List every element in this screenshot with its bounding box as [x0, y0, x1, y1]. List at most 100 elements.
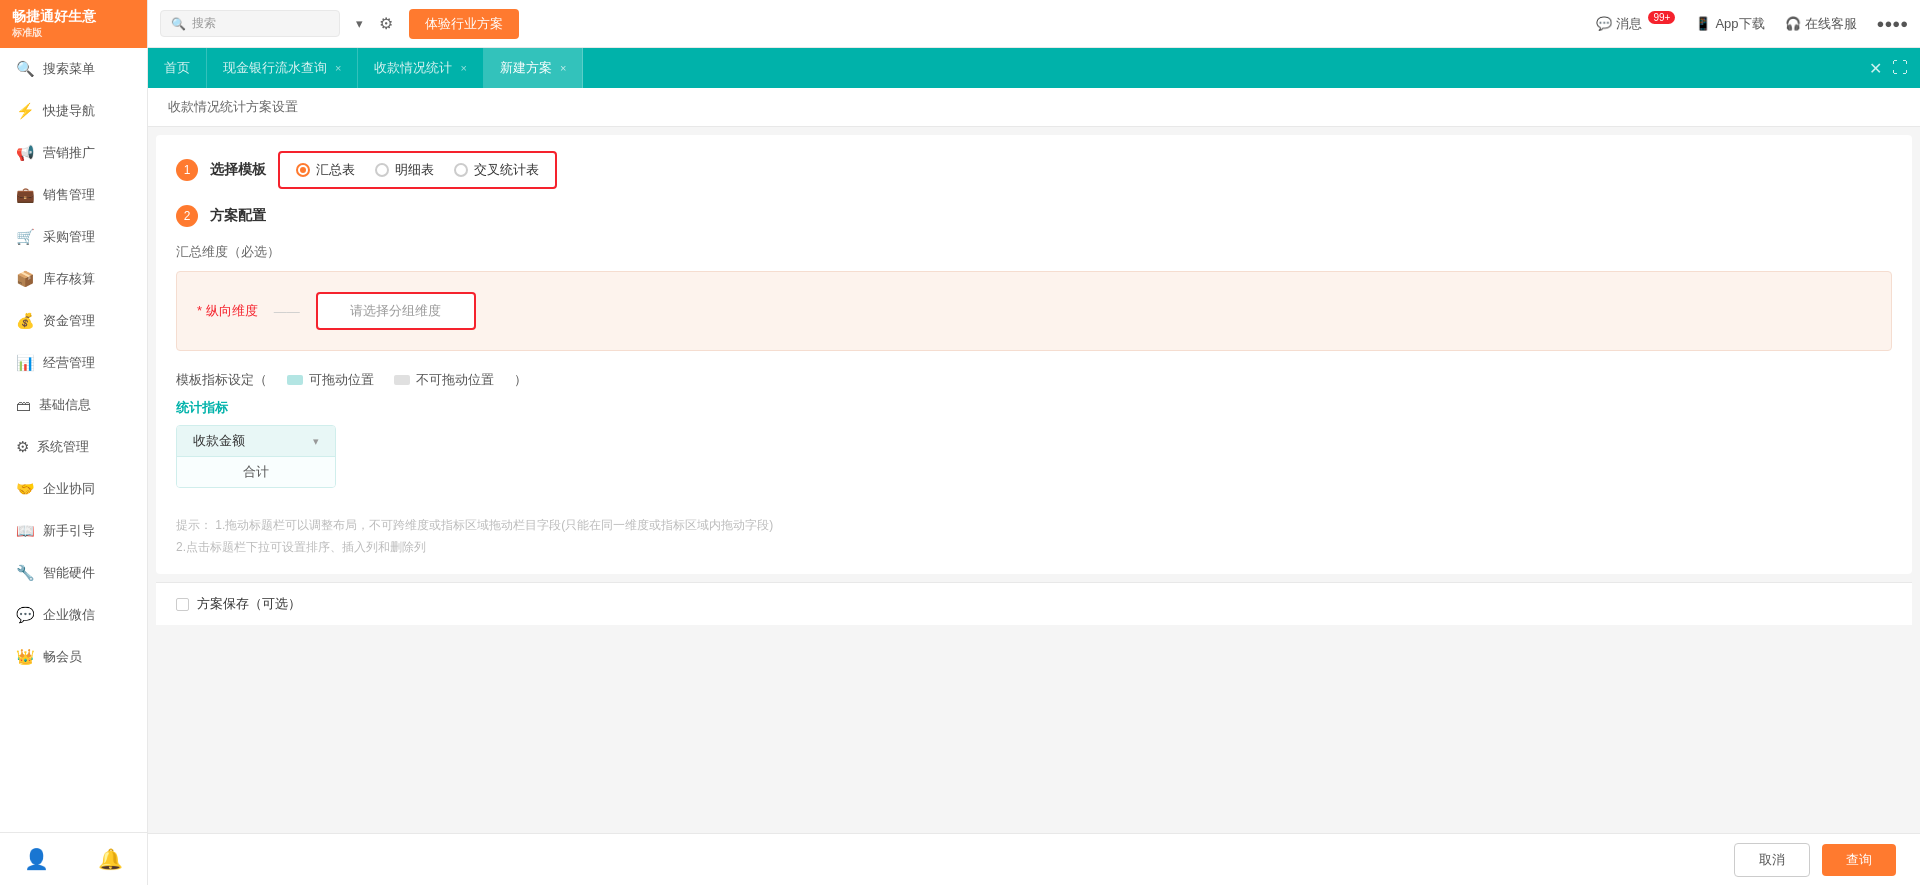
footer-bar: 取消 查询 — [148, 833, 1920, 885]
sidebar-item-0[interactable]: 🔍 搜索菜单 — [0, 48, 147, 90]
tab-close-3[interactable]: × — [560, 62, 566, 74]
sidebar-item-6[interactable]: 💰 资金管理 — [0, 300, 147, 342]
sidebar-item-9[interactable]: ⚙ 系统管理 — [0, 426, 147, 468]
app-logo: 畅捷通好生意 标准版 — [0, 0, 147, 48]
step1-row: 1 选择模板 汇总表 明细表 交叉统计表 — [176, 151, 1892, 189]
sidebar-label-8: 基础信息 — [39, 396, 91, 414]
step1-circle: 1 — [176, 159, 198, 181]
tab-close-1[interactable]: × — [335, 62, 341, 74]
sidebar-bottom-icon1[interactable]: 👤 — [0, 841, 74, 877]
breadcrumb-text: 收款情况统计方案设置 — [168, 99, 298, 114]
dimension-area: * 纵向维度 —— 请选择分组维度 — [176, 271, 1892, 351]
sidebar-item-10[interactable]: 🤝 企业协同 — [0, 468, 147, 510]
cancel-button[interactable]: 取消 — [1734, 843, 1810, 877]
download-label: App下载 — [1715, 15, 1764, 33]
sidebar-label-3: 销售管理 — [43, 186, 95, 204]
sidebar-item-5[interactable]: 📦 库存核算 — [0, 258, 147, 300]
metrics-header: 模板指标设定（ 可拖动位置 不可拖动位置 ） — [176, 371, 1892, 389]
query-button[interactable]: 查询 — [1822, 844, 1896, 876]
sidebar-label-13: 企业微信 — [43, 606, 95, 624]
tab-label-3: 新建方案 — [500, 59, 552, 77]
save-checkbox[interactable] — [176, 598, 189, 611]
sidebar-icon-10: 🤝 — [16, 480, 35, 498]
tabbar-controls: ✕ ⛶ — [1857, 48, 1920, 88]
dropdown-text: ▾ — [356, 16, 363, 31]
sidebar-item-14[interactable]: 👑 畅会员 — [0, 636, 147, 678]
radio-summary-label: 汇总表 — [316, 161, 355, 179]
message-btn[interactable]: 💬 消息 99+ — [1596, 15, 1675, 33]
sidebar-icon-6: 💰 — [16, 312, 35, 330]
tab-label-1: 现金银行流水查询 — [223, 59, 327, 77]
user-name: ●●●● — [1877, 16, 1908, 31]
dimension-title: 汇总维度（必选） — [176, 243, 1892, 261]
sidebar-icon-13: 💬 — [16, 606, 35, 624]
sidebar-label-12: 智能硬件 — [43, 564, 95, 582]
tab-2[interactable]: 收款情况统计 × — [358, 48, 483, 88]
radio-cross[interactable]: 交叉统计表 — [454, 161, 539, 179]
service-icon: 🎧 — [1785, 16, 1801, 31]
close-window-btn[interactable]: ✕ — [1869, 59, 1882, 78]
sidebar-label-4: 采购管理 — [43, 228, 95, 246]
sidebar-label-7: 经营管理 — [43, 354, 95, 372]
sidebar-label-6: 资金管理 — [43, 312, 95, 330]
legend-fixed: 不可拖动位置 — [394, 371, 494, 389]
message-icon: 💬 — [1596, 16, 1612, 31]
sidebar-icon-1: ⚡ — [16, 102, 35, 120]
radio-summary-circle — [296, 163, 310, 177]
radio-cross-circle — [454, 163, 468, 177]
sidebar-item-4[interactable]: 🛒 采购管理 — [0, 216, 147, 258]
topbar: 🔍 搜索 ▾ ⚙ 体验行业方案 💬 消息 99+ 📱 App下载 🎧 在线客服 … — [148, 0, 1920, 48]
search-box[interactable]: 🔍 搜索 — [160, 10, 340, 37]
radio-detail[interactable]: 明细表 — [375, 161, 434, 179]
sidebar-label-2: 营销推广 — [43, 144, 95, 162]
download-btn[interactable]: 📱 App下载 — [1695, 15, 1764, 33]
radio-cross-label: 交叉统计表 — [474, 161, 539, 179]
step1-label: 选择模板 — [210, 161, 266, 179]
radio-summary[interactable]: 汇总表 — [296, 161, 355, 179]
sidebar-icon-4: 🛒 — [16, 228, 35, 246]
fixed-legend-box — [394, 375, 410, 385]
topbar-right: 💬 消息 99+ 📱 App下载 🎧 在线客服 ●●●● — [1596, 15, 1908, 33]
tab-3[interactable]: 新建方案 × — [484, 48, 583, 88]
topbar-dropdown[interactable]: ▾ — [356, 16, 363, 31]
vertical-dim-label: * 纵向维度 — [197, 302, 258, 320]
metrics-table-row: 合计 — [177, 457, 335, 487]
sidebar-icon-3: 💼 — [16, 186, 35, 204]
tab-0[interactable]: 首页 — [148, 48, 207, 88]
maximize-btn[interactable]: ⛶ — [1892, 59, 1908, 77]
sidebar-item-3[interactable]: 💼 销售管理 — [0, 174, 147, 216]
sidebar-item-11[interactable]: 📖 新手引导 — [0, 510, 147, 552]
tab-label-0: 首页 — [164, 59, 190, 77]
dimension-section: 汇总维度（必选） * 纵向维度 —— 请选择分组维度 — [176, 243, 1892, 351]
sidebar-label-14: 畅会员 — [43, 648, 82, 666]
draggable-legend-label: 可拖动位置 — [309, 371, 374, 389]
sidebar-label-1: 快捷导航 — [43, 102, 95, 120]
page-breadcrumb: 收款情况统计方案设置 — [148, 88, 1920, 127]
user-avatar[interactable]: ●●●● — [1877, 16, 1908, 31]
tabbar: 首页 现金银行流水查询 × 收款情况统计 × 新建方案 × ✕ ⛶ — [148, 48, 1920, 88]
tab-close-2[interactable]: × — [460, 62, 466, 74]
tab-1[interactable]: 现金银行流水查询 × — [207, 48, 358, 88]
template-selection-box: 汇总表 明细表 交叉统计表 — [278, 151, 557, 189]
sidebar-icon-12: 🔧 — [16, 564, 35, 582]
settings-icon[interactable]: ⚙ — [379, 14, 393, 33]
form-body: 1 选择模板 汇总表 明细表 交叉统计表 — [156, 135, 1912, 574]
sidebar-item-12[interactable]: 🔧 智能硬件 — [0, 552, 147, 594]
sidebar-item-2[interactable]: 📢 营销推广 — [0, 132, 147, 174]
service-btn[interactable]: 🎧 在线客服 — [1785, 15, 1857, 33]
sidebar-item-7[interactable]: 📊 经营管理 — [0, 342, 147, 384]
metrics-table-header[interactable]: 收款金额 ▾ — [177, 426, 335, 457]
industry-btn[interactable]: 体验行业方案 — [409, 9, 519, 39]
download-icon: 📱 — [1695, 16, 1711, 31]
dimension-select[interactable]: 请选择分组维度 — [316, 292, 476, 330]
sidebar-bottom-icon2[interactable]: 🔔 — [74, 841, 148, 877]
tab-label-2: 收款情况统计 — [374, 59, 452, 77]
message-label: 消息 — [1616, 15, 1642, 33]
app-version: 标准版 — [12, 26, 96, 40]
arrow: —— — [274, 304, 300, 319]
sidebar-item-1[interactable]: ⚡ 快捷导航 — [0, 90, 147, 132]
sidebar-item-8[interactable]: 🗃 基础信息 — [0, 384, 147, 426]
sidebar-item-13[interactable]: 💬 企业微信 — [0, 594, 147, 636]
sidebar: 畅捷通好生意 标准版 🔍 搜索菜单 ⚡ 快捷导航 📢 营销推广 💼 销售管理 🛒… — [0, 0, 148, 885]
radio-detail-label: 明细表 — [395, 161, 434, 179]
